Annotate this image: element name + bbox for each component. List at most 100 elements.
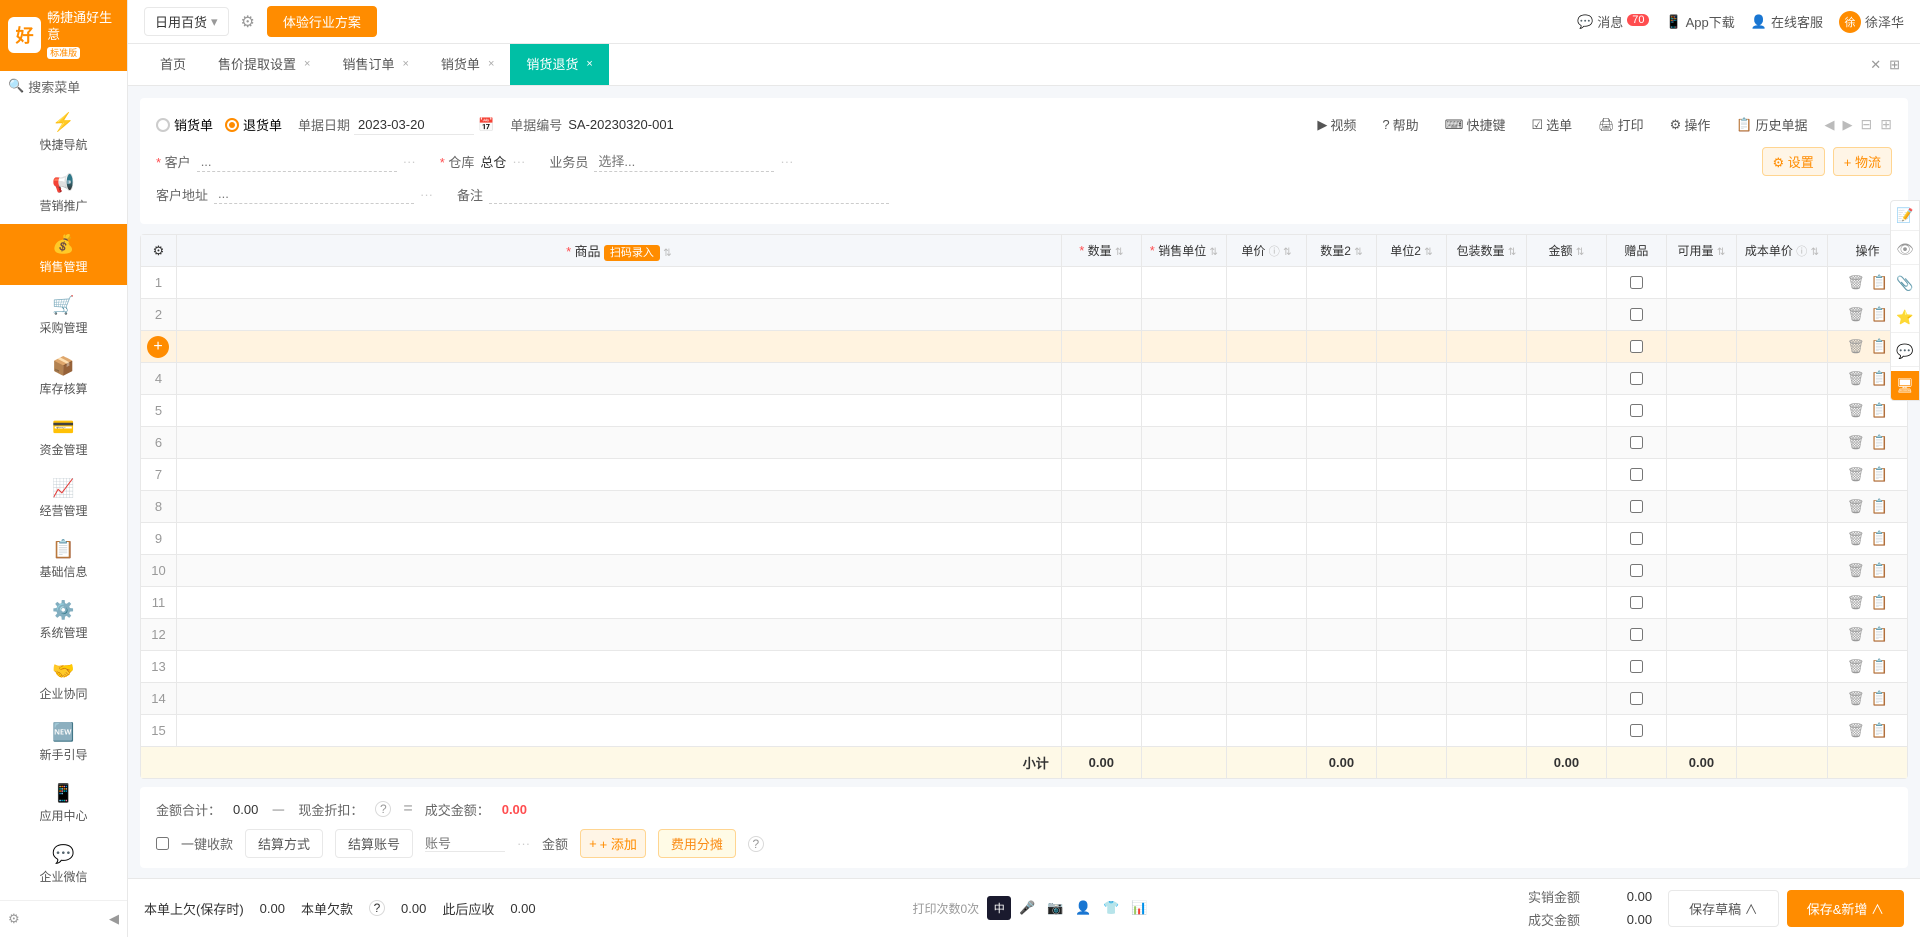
copy-row-icon[interactable]: 📋	[1871, 402, 1888, 419]
product-input[interactable]	[183, 275, 1055, 290]
unit-cell[interactable]	[1141, 299, 1226, 331]
gift-checkbox[interactable]	[1630, 692, 1643, 705]
table-settings-icon[interactable]: ⚙	[153, 243, 165, 258]
tab-close-icon[interactable]: ×	[402, 58, 408, 70]
delete-row-icon[interactable]: 🗑	[1847, 498, 1865, 515]
radio-sales-bill[interactable]: 销货单	[156, 115, 213, 134]
delete-row-icon[interactable]: 🗑	[1847, 402, 1865, 419]
cost-cell[interactable]	[1736, 267, 1827, 299]
salesperson-more-icon[interactable]: ···	[780, 154, 793, 169]
customer-more-icon[interactable]: ···	[403, 154, 416, 169]
tab-sales-order[interactable]: 销售订单 ×	[326, 44, 424, 85]
delete-row-icon[interactable]: 🗑	[1847, 466, 1865, 483]
save-and-new-btn[interactable]: 保存&新增 ∧	[1787, 890, 1904, 927]
price-cell[interactable]	[1226, 331, 1306, 363]
sidebar-item-search[interactable]: 🔍 搜索菜单	[0, 71, 127, 102]
product-input-new[interactable]	[183, 339, 1055, 354]
copy-row-icon[interactable]: 📋	[1871, 658, 1888, 675]
save-draft-btn[interactable]: 保存草稿 ∧	[1668, 890, 1779, 927]
gift-cell[interactable]	[1606, 267, 1666, 299]
gift-checkbox[interactable]	[1630, 564, 1643, 577]
gift-checkbox[interactable]	[1630, 308, 1643, 321]
cost-sort-icon[interactable]: ⇅	[1811, 247, 1819, 258]
qty-cell[interactable]	[1061, 299, 1141, 331]
copy-row-icon[interactable]: 📋	[1871, 466, 1888, 483]
cost-cell[interactable]	[1736, 331, 1827, 363]
camera-icon[interactable]: 📷	[1043, 896, 1067, 920]
unit-cell[interactable]	[1141, 267, 1226, 299]
tab-close-icon[interactable]: ×	[304, 58, 310, 70]
sidebar-item-system[interactable]: ⚙️ 系统管理	[0, 590, 127, 651]
avail-cell[interactable]	[1666, 299, 1736, 331]
settings-icon[interactable]: ⚙	[8, 911, 20, 927]
sidebar-item-enterprise[interactable]: 🤝 企业协同	[0, 651, 127, 712]
tab-price-setting[interactable]: 售价提取设置 ×	[202, 44, 326, 85]
qty-cell[interactable]	[1061, 331, 1141, 363]
tab-close-all-btn[interactable]: ✕	[1866, 53, 1885, 77]
right-toolbar-attach[interactable]: 📎	[1891, 269, 1919, 299]
tab-sales-return[interactable]: 销货退货 ×	[510, 44, 608, 85]
sidebar-item-newguide[interactable]: 🆕 新手引导	[0, 712, 127, 773]
qty-sort-icon[interactable]: ⇅	[1115, 247, 1123, 258]
tab-expand-btn[interactable]: ⊞	[1885, 53, 1904, 77]
address-more-icon[interactable]: ···	[420, 187, 433, 202]
settlement-method-btn[interactable]: 结算方式	[245, 829, 323, 858]
pkgqty-sort-icon[interactable]: ⇅	[1508, 247, 1516, 258]
pkgqty-cell[interactable]	[1446, 299, 1526, 331]
nav-next-icon[interactable]: ▶	[1843, 117, 1853, 133]
account-more-icon[interactable]: ···	[517, 836, 530, 851]
cost-info-icon[interactable]: ⓘ	[1796, 246, 1807, 258]
gift-checkbox[interactable]	[1630, 724, 1643, 737]
debt-help-icon[interactable]: ?	[369, 900, 385, 916]
avail-sort-icon[interactable]: ⇅	[1717, 247, 1725, 258]
gift-checkbox[interactable]	[1630, 404, 1643, 417]
unit2-cell[interactable]	[1376, 331, 1446, 363]
qty2-cell[interactable]	[1306, 331, 1376, 363]
gift-checkbox[interactable]	[1630, 276, 1643, 289]
copy-row-icon[interactable]: 📋	[1871, 434, 1888, 451]
right-toolbar-note[interactable]: 📝	[1891, 201, 1919, 231]
copy-row-icon[interactable]: 📋	[1871, 370, 1888, 387]
gift-checkbox[interactable]	[1630, 436, 1643, 449]
amount-cell[interactable]	[1526, 299, 1606, 331]
toolbar-select-btn[interactable]: ☑ 选单	[1522, 110, 1581, 139]
delete-row-icon[interactable]: 🗑	[1847, 722, 1865, 739]
expense-split-btn[interactable]: 费用分摊	[658, 829, 736, 858]
copy-row-icon[interactable]: 📋	[1871, 498, 1888, 515]
gift-checkbox[interactable]	[1630, 532, 1643, 545]
user-profile[interactable]: 徐 徐泽华	[1839, 11, 1904, 33]
settings-btn[interactable]: ⚙ 设置	[1762, 147, 1825, 176]
add-fee-btn[interactable]: + + 添加	[580, 829, 646, 858]
user-icon[interactable]: 👤	[1071, 896, 1095, 920]
chart-icon[interactable]: 📊	[1127, 896, 1151, 920]
nav-prev-icon[interactable]: ◀	[1825, 117, 1835, 133]
delete-row-icon[interactable]: 🗑	[1847, 306, 1865, 323]
unit-cell[interactable]	[1141, 331, 1226, 363]
industry-select[interactable]: 日用百货 ▾	[144, 7, 229, 36]
sidebar-item-sales[interactable]: 💰 销售管理	[0, 224, 127, 285]
sidebar-item-wechat[interactable]: 💬 企业微信	[0, 834, 127, 895]
copy-row-icon[interactable]: 📋	[1871, 306, 1888, 323]
product-sort-icon[interactable]: ⇅	[663, 248, 671, 259]
shirt-icon[interactable]: 👕	[1099, 896, 1123, 920]
input-method-icon[interactable]: 中	[987, 896, 1011, 920]
date-input[interactable]	[354, 115, 474, 135]
toolbar-operation-btn[interactable]: ⚙ 操作	[1661, 110, 1720, 139]
delete-row-icon[interactable]: 🗑	[1847, 562, 1865, 579]
gift-cell[interactable]	[1606, 299, 1666, 331]
tab-close-icon[interactable]: ×	[586, 58, 592, 70]
statement-number-btn[interactable]: 结算账号	[335, 829, 413, 858]
delete-row-icon[interactable]: 🗑	[1847, 434, 1865, 451]
notification-btn[interactable]: 💬 消息 70	[1577, 12, 1649, 31]
unit2-cell[interactable]	[1376, 299, 1446, 331]
gift-checkbox[interactable]	[1630, 340, 1643, 353]
discount-help-icon[interactable]: ?	[375, 801, 391, 817]
radio-return-bill[interactable]: 退货单	[225, 115, 282, 134]
address-input[interactable]	[214, 184, 414, 204]
copy-row-icon[interactable]: 📋	[1871, 626, 1888, 643]
unit2-cell[interactable]	[1376, 267, 1446, 299]
online-service-btn[interactable]: 👤 在线客服	[1751, 12, 1823, 31]
product-cell[interactable]	[177, 267, 1062, 299]
tab-home[interactable]: 首页	[144, 44, 202, 85]
amount-cell[interactable]	[1526, 331, 1606, 363]
